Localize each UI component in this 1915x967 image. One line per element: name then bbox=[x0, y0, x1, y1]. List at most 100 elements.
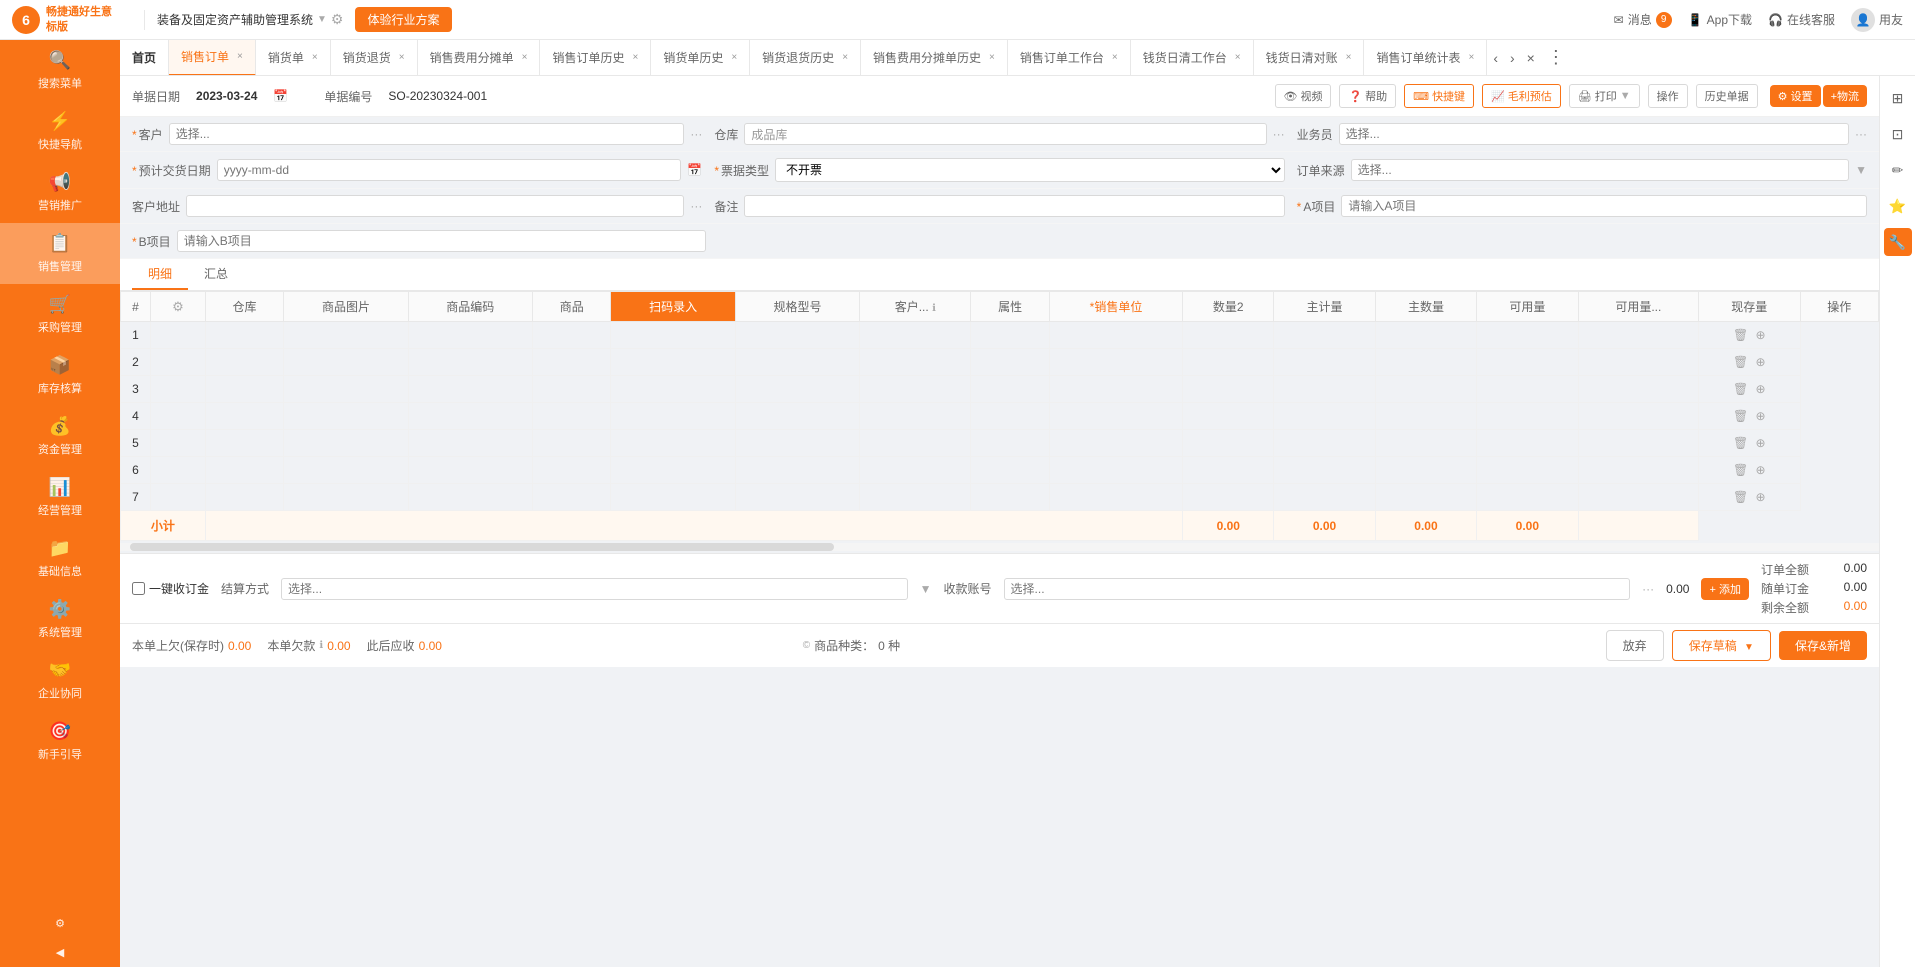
payment-method-input[interactable] bbox=[281, 578, 908, 600]
user-avatar-item[interactable]: 👤 用友 bbox=[1851, 8, 1903, 32]
row-copy-icon[interactable]: ⊕ bbox=[1756, 490, 1766, 504]
col-gear[interactable]: ⚙ bbox=[151, 292, 206, 322]
b-project-input[interactable] bbox=[177, 230, 707, 252]
warehouse-more-icon[interactable]: ··· bbox=[1273, 127, 1285, 141]
tab-close-icon[interactable]: × bbox=[1468, 52, 1474, 63]
tab-close-icon[interactable]: × bbox=[399, 52, 405, 63]
sidebar-item-inventory[interactable]: 📦 库存核算 bbox=[0, 345, 120, 406]
row-copy-icon[interactable]: ⊕ bbox=[1756, 355, 1766, 369]
tab-close-icon[interactable]: × bbox=[1346, 52, 1352, 63]
right-panel-icon-4[interactable]: ⭐ bbox=[1884, 192, 1912, 220]
delivery-calendar-icon[interactable]: 📅 bbox=[687, 163, 702, 177]
order-source-input[interactable] bbox=[1351, 159, 1849, 181]
tab-sales-order-workbench[interactable]: 销售订单工作台 × bbox=[1008, 40, 1131, 76]
settings-top-button[interactable]: ⚙ 设置 bbox=[1770, 85, 1821, 107]
row-delete-icon[interactable]: 🗑 bbox=[1733, 490, 1748, 504]
add-logistics-button[interactable]: +物流 bbox=[1823, 85, 1867, 107]
col-warehouse[interactable]: 仓库 bbox=[205, 292, 283, 322]
tab-close-icon[interactable]: × bbox=[1235, 52, 1241, 63]
row-copy-icon[interactable]: ⊕ bbox=[1756, 436, 1766, 450]
row-delete-icon[interactable]: 🗑 bbox=[1733, 382, 1748, 396]
warehouse-input[interactable] bbox=[744, 123, 1266, 145]
tab-close-icon[interactable]: × bbox=[632, 52, 638, 63]
add-payment-button[interactable]: + 添加 bbox=[1701, 578, 1749, 600]
save-draft-button[interactable]: 保存草稿 ▼ bbox=[1672, 630, 1771, 661]
tab-close-icon[interactable]: × bbox=[237, 51, 243, 62]
sidebar-item-operations[interactable]: 📊 经营管理 bbox=[0, 467, 120, 528]
col-available[interactable]: 可用量 bbox=[1477, 292, 1578, 322]
right-panel-icon-5[interactable]: 🔧 bbox=[1884, 228, 1912, 256]
tab-close-icon[interactable]: × bbox=[312, 52, 318, 63]
preview-button[interactable]: 👁 视频 bbox=[1275, 84, 1332, 108]
delivery-date-input[interactable] bbox=[217, 159, 682, 181]
save-new-button[interactable]: 保存&新增 bbox=[1779, 631, 1867, 660]
industry-solution-button[interactable]: 体验行业方案 bbox=[355, 7, 451, 32]
tab-close-icon[interactable]: × bbox=[842, 52, 848, 63]
tab-sales-return[interactable]: 销货单 × bbox=[256, 40, 331, 76]
sidebar-item-enterprise[interactable]: 🤝 企业协同 bbox=[0, 650, 120, 711]
sidebar-item-search[interactable]: 🔍 搜索菜单 bbox=[0, 40, 120, 101]
row-delete-icon[interactable]: 🗑 bbox=[1733, 463, 1748, 477]
customer-address-input[interactable] bbox=[186, 195, 684, 217]
one-click-pay-input[interactable] bbox=[132, 582, 145, 595]
col-sales-unit[interactable]: *销售单位 bbox=[1049, 292, 1182, 322]
save-draft-dropdown-icon[interactable]: ▼ bbox=[1744, 642, 1754, 653]
tab-sales-fee-split[interactable]: 销售费用分摊单 × bbox=[418, 40, 541, 76]
print-dropdown-icon[interactable]: ▼ bbox=[1620, 90, 1631, 102]
customer-more-icon[interactable]: ··· bbox=[690, 127, 702, 141]
order-source-dropdown-icon[interactable]: ▼ bbox=[1855, 163, 1867, 177]
payment-dropdown-icon[interactable]: ▼ bbox=[920, 582, 932, 596]
shortcut-button[interactable]: ⌨ 快捷键 bbox=[1404, 84, 1474, 108]
col-customer-code[interactable]: 客户... ℹ bbox=[860, 292, 971, 322]
tab-sales-return-history[interactable]: 销货单历史 × bbox=[651, 40, 750, 76]
col-attr[interactable]: 属性 bbox=[971, 292, 1049, 322]
sub-tab-summary[interactable]: 汇总 bbox=[188, 259, 244, 290]
remark-input[interactable] bbox=[744, 195, 1284, 217]
sidebar-item-purchase[interactable]: 🛒 采购管理 bbox=[0, 284, 120, 345]
account-input[interactable] bbox=[1004, 578, 1631, 600]
row-delete-icon[interactable]: 🗑 bbox=[1733, 355, 1748, 369]
row-delete-icon[interactable]: 🗑 bbox=[1733, 328, 1748, 342]
address-more-icon[interactable]: ··· bbox=[690, 199, 702, 213]
col-qty2[interactable]: 数量2 bbox=[1183, 292, 1274, 322]
salesperson-input[interactable] bbox=[1339, 123, 1849, 145]
tab-next-button[interactable]: › bbox=[1504, 50, 1521, 66]
row-delete-icon[interactable]: 🗑 bbox=[1733, 436, 1748, 450]
tab-close-icon[interactable]: × bbox=[522, 52, 528, 63]
tab-close-icon[interactable]: × bbox=[989, 52, 995, 63]
tab-cash-daily-workbench[interactable]: 钱货日清工作台 × bbox=[1131, 40, 1254, 76]
profit-button[interactable]: 📈 毛利预估 bbox=[1482, 84, 1561, 108]
right-panel-icon-2[interactable]: ⊡ bbox=[1884, 120, 1912, 148]
sidebar-item-finance[interactable]: 💰 资金管理 bbox=[0, 406, 120, 467]
tab-close-all-button[interactable]: × bbox=[1521, 50, 1541, 66]
tab-cash-daily-reconcile[interactable]: 钱货日清对账 × bbox=[1254, 40, 1365, 76]
row-copy-icon[interactable]: ⊕ bbox=[1756, 409, 1766, 423]
col-main-qty[interactable]: 主数量 bbox=[1375, 292, 1476, 322]
sidebar-item-quick[interactable]: ⚡ 快捷导航 bbox=[0, 101, 120, 162]
history-button[interactable]: 历史单据 bbox=[1696, 84, 1758, 108]
tab-sales-fee-history[interactable]: 销售费用分摊单历史 × bbox=[861, 40, 1008, 76]
sidebar-item-sales[interactable]: 📋 销售管理 bbox=[0, 223, 120, 284]
tab-sales-refund-history[interactable]: 销货退货历史 × bbox=[750, 40, 861, 76]
print-button[interactable]: 🖨 打印 ▼ bbox=[1569, 84, 1640, 108]
settings-icon[interactable]: ⚙ bbox=[331, 11, 344, 28]
col-main-unit[interactable]: 主计量 bbox=[1274, 292, 1375, 322]
sub-tab-detail[interactable]: 明细 bbox=[132, 259, 188, 290]
calendar-icon[interactable]: 📅 bbox=[273, 89, 288, 103]
row-copy-icon[interactable]: ⊕ bbox=[1756, 463, 1766, 477]
sidebar-item-guide[interactable]: 🎯 新手引导 bbox=[0, 711, 120, 772]
sidebar-item-system[interactable]: ⚙️ 系统管理 bbox=[0, 589, 120, 650]
col-product[interactable]: 商品 bbox=[532, 292, 610, 322]
right-panel-icon-3[interactable]: ✏ bbox=[1884, 156, 1912, 184]
col-stock[interactable]: 现存量 bbox=[1699, 292, 1800, 322]
col-scan[interactable]: 扫码录入 bbox=[611, 292, 735, 322]
a-project-input[interactable] bbox=[1341, 195, 1867, 217]
tab-home[interactable]: 首页 bbox=[120, 40, 169, 76]
dropdown-arrow-icon[interactable]: ▼ bbox=[317, 14, 327, 25]
tab-sales-order-stats[interactable]: 销售订单统计表 × bbox=[1364, 40, 1487, 76]
salesperson-more-icon[interactable]: ··· bbox=[1855, 127, 1867, 141]
one-click-pay-checkbox[interactable]: 一键收订金 bbox=[132, 580, 209, 597]
help-button[interactable]: ❓ 帮助 bbox=[1339, 84, 1396, 108]
invoice-type-select[interactable]: 不开票 bbox=[775, 158, 1285, 182]
tab-sales-refund[interactable]: 销货退货 × bbox=[331, 40, 418, 76]
